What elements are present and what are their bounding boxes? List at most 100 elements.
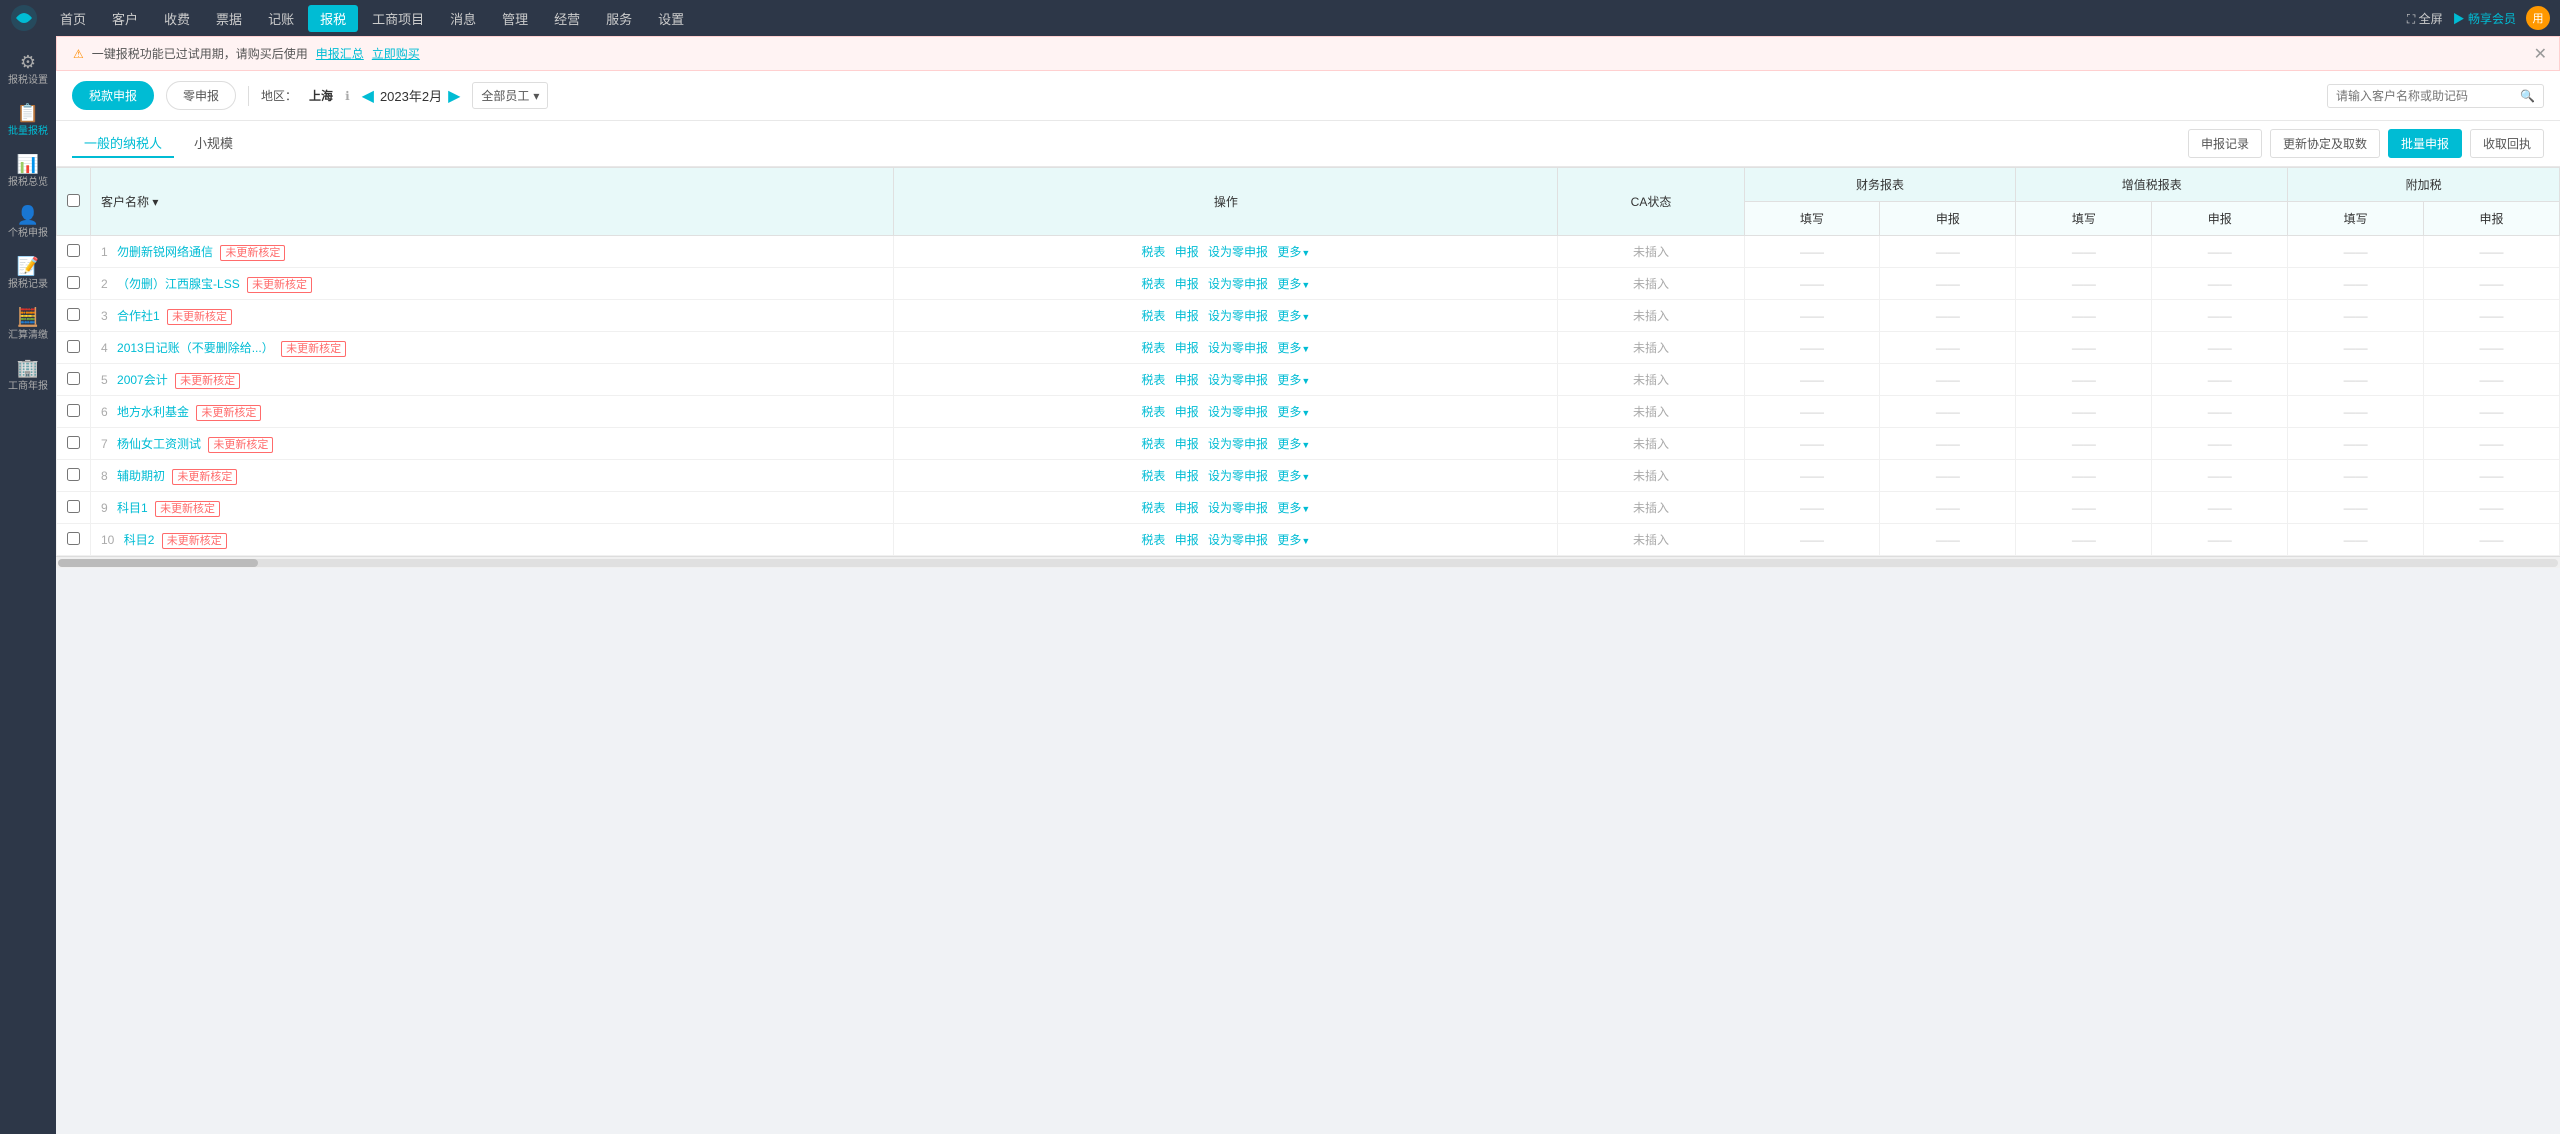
header-tax-fill: 填写 — [2016, 202, 2152, 236]
main-layout: ⚙ 报税设置 📋 批量报税 📊 报税总览 👤 个税申报 📝 报税记录 🧮 汇算清… — [0, 36, 2560, 1134]
row-checkbox-8[interactable] — [67, 500, 80, 513]
table-row: 7 杨仙女工资测试 未更新核定税表 申报 设为零申报 更多未插入————————… — [57, 428, 2560, 460]
row-operations: 税表 申报 设为零申报 更多 — [894, 396, 1558, 428]
row-checkbox-5[interactable] — [67, 404, 80, 417]
sidebar-item-calc-clear[interactable]: 🧮 汇算清缴 — [0, 299, 56, 350]
cancel-retrieve-btn[interactable]: 收取回执 — [2470, 129, 2544, 158]
row-col-0: —— — [1744, 396, 1880, 428]
nav-biz-project[interactable]: 工商项目 — [360, 5, 436, 32]
tab-tax-declaration[interactable]: 税款申报 — [72, 81, 154, 110]
region-info-icon[interactable]: ℹ — [345, 89, 350, 103]
top-nav: 首页 客户 收费 票据 记账 报税 工商项目 消息 管理 经营 服务 设置 ⛶ … — [0, 0, 2560, 36]
row-col-5: —— — [2424, 460, 2560, 492]
row-ca-status: 未插入 — [1558, 236, 1744, 268]
trial-banner: ⚠ 一键报税功能已过试用期，请购买后使用 申报汇总 立即购买 ✕ — [56, 36, 2560, 71]
nav-customer[interactable]: 客户 — [100, 5, 150, 32]
search-input[interactable] — [2336, 89, 2516, 103]
batch-declare-btn[interactable]: 批量申报 — [2388, 129, 2462, 158]
tab-small-scale[interactable]: 小规模 — [182, 129, 245, 158]
sidebar-item-personal-tax[interactable]: 👤 个税申报 — [0, 197, 56, 248]
main-table: 客户名称 ▾ 操作 CA状态 财务报表 增值税报表 附加税 填写 申报 填写 申… — [56, 167, 2560, 556]
nav-tax[interactable]: 报税 — [308, 5, 358, 32]
table-row: 6 地方水利基金 未更新核定税表 申报 设为零申报 更多未插入—————————… — [57, 396, 2560, 428]
row-col-3: —— — [2152, 460, 2288, 492]
nav-manage[interactable]: 管理 — [490, 5, 540, 32]
user-avatar[interactable]: 用 — [2526, 6, 2550, 30]
row-col-1: —— — [1880, 492, 2016, 524]
nav-invoice[interactable]: 票据 — [204, 5, 254, 32]
tab-general-taxpayer[interactable]: 一般的纳税人 — [72, 129, 174, 158]
row-operations: 税表 申报 设为零申报 更多 — [894, 236, 1558, 268]
row-col-3: —— — [2152, 492, 2288, 524]
tab-zero-declaration[interactable]: 零申报 — [166, 81, 236, 110]
row-ca-status: 未插入 — [1558, 396, 1744, 428]
fullscreen-btn[interactable]: ⛶ 全屏 — [2407, 10, 2443, 27]
row-checkbox-2[interactable] — [67, 308, 80, 321]
row-col-1: —— — [1880, 268, 2016, 300]
row-col-2: —— — [2016, 492, 2152, 524]
sidebar-item-biz-annual[interactable]: 🏢 工商年报 — [0, 350, 56, 401]
row-customer-name: 4 2013日记账（不要删除给...） 未更新核定 — [91, 332, 894, 364]
row-col-4: —— — [2288, 332, 2424, 364]
nav-messages[interactable]: 消息 — [438, 5, 488, 32]
row-checkbox-7[interactable] — [67, 468, 80, 481]
date-next-btn[interactable]: ▶ — [448, 86, 460, 106]
header-tax-returns: 增值税报表 — [2016, 168, 2288, 202]
sidebar-item-batch-tax[interactable]: 📋 批量报税 — [0, 95, 56, 146]
date-prev-btn[interactable]: ◀ — [362, 86, 374, 106]
row-checkbox-cell — [57, 428, 91, 460]
upgrade-btn[interactable]: ▶ 畅享会员 — [2453, 10, 2516, 27]
banner-close-btn[interactable]: ✕ — [2534, 44, 2547, 64]
row-customer-name: 10 科目2 未更新核定 — [91, 524, 894, 556]
sidebar-item-tax-records[interactable]: 📝 报税记录 — [0, 248, 56, 299]
row-checkbox-3[interactable] — [67, 340, 80, 353]
row-customer-name: 1 勿删新锐网络通信 未更新核定 — [91, 236, 894, 268]
header-financial-declare: 申报 — [1880, 202, 2016, 236]
banner-link-buy[interactable]: 立即购买 — [372, 45, 420, 62]
row-col-3: —— — [2152, 364, 2288, 396]
employee-filter[interactable]: 全部员工 ▾ — [472, 82, 548, 109]
nav-fee[interactable]: 收费 — [152, 5, 202, 32]
search-icon[interactable]: 🔍 — [2520, 89, 2535, 103]
row-customer-name: 6 地方水利基金 未更新核定 — [91, 396, 894, 428]
row-col-1: —— — [1880, 332, 2016, 364]
sidebar-item-tax-overview[interactable]: 📊 报税总览 — [0, 146, 56, 197]
table-row: 2 （勿删）江西腺宝-LSS 未更新核定税表 申报 设为零申报 更多未插入———… — [57, 268, 2560, 300]
header-add-fill: 填写 — [2288, 202, 2424, 236]
row-col-1: —— — [1880, 428, 2016, 460]
row-col-4: —— — [2288, 364, 2424, 396]
banner-link-summary[interactable]: 申报汇总 — [316, 45, 364, 62]
update-agreement-btn[interactable]: 更新协定及取数 — [2270, 129, 2380, 158]
nav-home[interactable]: 首页 — [48, 5, 98, 32]
row-col-5: —— — [2424, 332, 2560, 364]
horizontal-scrollbar[interactable] — [56, 556, 2560, 568]
nav-operations[interactable]: 经营 — [542, 5, 592, 32]
nav-bookkeeping[interactable]: 记账 — [256, 5, 306, 32]
row-col-4: —— — [2288, 492, 2424, 524]
scroll-thumb[interactable] — [58, 559, 258, 567]
header-tax-declare: 申报 — [2152, 202, 2288, 236]
declaration-record-btn[interactable]: 申报记录 — [2188, 129, 2262, 158]
select-all-checkbox[interactable] — [67, 194, 80, 207]
row-col-1: —— — [1880, 396, 2016, 428]
nav-services[interactable]: 服务 — [594, 5, 644, 32]
nav-settings[interactable]: 设置 — [646, 5, 696, 32]
row-col-0: —— — [1744, 460, 1880, 492]
row-checkbox-1[interactable] — [67, 276, 80, 289]
table-row: 3 合作社1 未更新核定税表 申报 设为零申报 更多未插入———————————… — [57, 300, 2560, 332]
row-ca-status: 未插入 — [1558, 428, 1744, 460]
tax-records-icon: 📝 — [17, 256, 39, 277]
row-checkbox-0[interactable] — [67, 244, 80, 257]
row-checkbox-cell — [57, 460, 91, 492]
sidebar-item-tax-settings[interactable]: ⚙ 报税设置 — [0, 44, 56, 95]
row-checkbox-4[interactable] — [67, 372, 80, 385]
row-col-4: —— — [2288, 396, 2424, 428]
row-checkbox-9[interactable] — [67, 532, 80, 545]
row-col-5: —— — [2424, 428, 2560, 460]
row-col-4: —— — [2288, 268, 2424, 300]
row-customer-name: 9 科目1 未更新核定 — [91, 492, 894, 524]
row-col-5: —— — [2424, 300, 2560, 332]
content-area: ⚠ 一键报税功能已过试用期，请购买后使用 申报汇总 立即购买 ✕ 税款申报 零申… — [56, 36, 2560, 1134]
row-checkbox-6[interactable] — [67, 436, 80, 449]
table-row: 5 2007会计 未更新核定税表 申报 设为零申报 更多未插入—————————… — [57, 364, 2560, 396]
